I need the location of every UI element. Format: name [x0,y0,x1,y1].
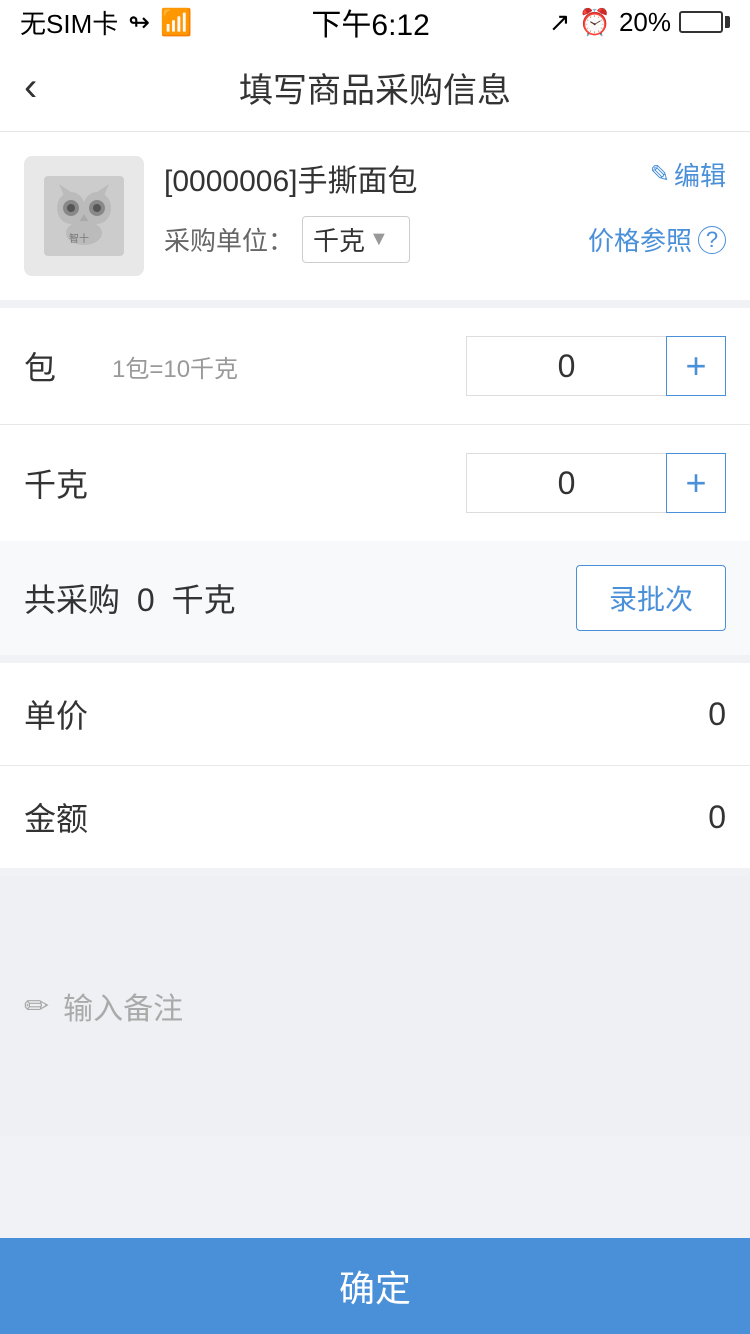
svg-text:智十: 智十 [69,232,89,245]
page-title: 填写商品采购信息 [239,63,511,112]
unit-price-value: 0 [708,696,726,733]
dropdown-arrow-icon: ▼ [369,228,389,251]
status-time: 下午6:12 [311,0,429,44]
summary-row: 共采购 0 千克 录批次 [0,541,750,663]
quantity-bao-input[interactable] [466,336,666,396]
notes-placeholder: 输入备注 [63,984,183,1028]
battery-pct: 20% [619,7,671,38]
product-name: [0000006]手撕面包 [164,156,640,200]
amount-value: 0 [708,799,726,836]
price-ref-label: 价格参照 [588,221,692,258]
product-info: [0000006]手撕面包 ✎ 编辑 采购单位： 千克 ▼ 价格参照 ? [164,156,726,263]
unit-price-label: 单价 [24,691,88,737]
status-bar: 无SIM卡 ↬ 📶 下午6:12 ↗ ⏰ 20% [0,0,750,44]
help-icon: ? [698,226,726,254]
battery-icon [679,11,730,33]
unit-label: 采购单位： [164,221,294,258]
quantity-row-bao: 包 1包=10千克 + [0,308,750,425]
wifi-icon: ↬ [128,7,150,38]
unit-kg-label: 千克 [24,460,104,506]
summary-unit: 千克 [172,582,236,618]
unit-bao-sublabel: 1包=10千克 [112,349,238,384]
unit-select[interactable]: 千克 ▼ [302,216,410,263]
quantity-section: 包 1包=10千克 + 千克 + [0,308,750,541]
location-icon: ↗ [549,7,571,38]
confirm-button[interactable]: 确定 [0,1238,750,1334]
pencil-icon: ✏ [24,989,49,1024]
status-left: 无SIM卡 ↬ 📶 [20,4,192,41]
wifi-signal: 📶 [160,7,192,38]
notes-section[interactable]: ✏ 输入备注 [0,876,750,1136]
quantity-bao-plus-button[interactable]: + [666,336,726,396]
quantity-row-kg: 千克 + [0,425,750,541]
amount-label: 金额 [24,794,88,840]
alarm-icon: ⏰ [579,7,611,38]
unit-value: 千克 [313,221,365,258]
unit-bao-label: 包 [24,343,104,389]
product-logo: 智十 [49,178,119,254]
quantity-kg-plus-button[interactable]: + [666,453,726,513]
summary-text: 共采购 0 千克 [24,575,236,621]
summary-label: 共采购 [24,582,120,618]
carrier-label: 无SIM卡 [20,4,118,41]
edit-button[interactable]: ✎ 编辑 [650,156,726,193]
product-card: 智十 [0000006]手撕面包 ✎ 编辑 采购单位： 千克 ▼ 价格参照 ? [0,132,750,308]
product-thumbnail: 智十 [24,156,144,276]
summary-value: 0 [137,582,155,618]
price-reference-btn[interactable]: 价格参照 ? [588,221,726,258]
amount-row: 金额 0 [0,766,750,868]
back-button[interactable]: ‹ [24,65,37,110]
edit-icon: ✎ [650,160,670,189]
price-section: 单价 0 金额 0 [0,663,750,868]
quantity-kg-input[interactable] [466,453,666,513]
record-batch-button[interactable]: 录批次 [576,565,726,631]
unit-price-row: 单价 0 [0,663,750,766]
nav-bar: ‹ 填写商品采购信息 [0,44,750,132]
edit-label: 编辑 [674,156,726,193]
status-right: ↗ ⏰ 20% [549,7,730,38]
